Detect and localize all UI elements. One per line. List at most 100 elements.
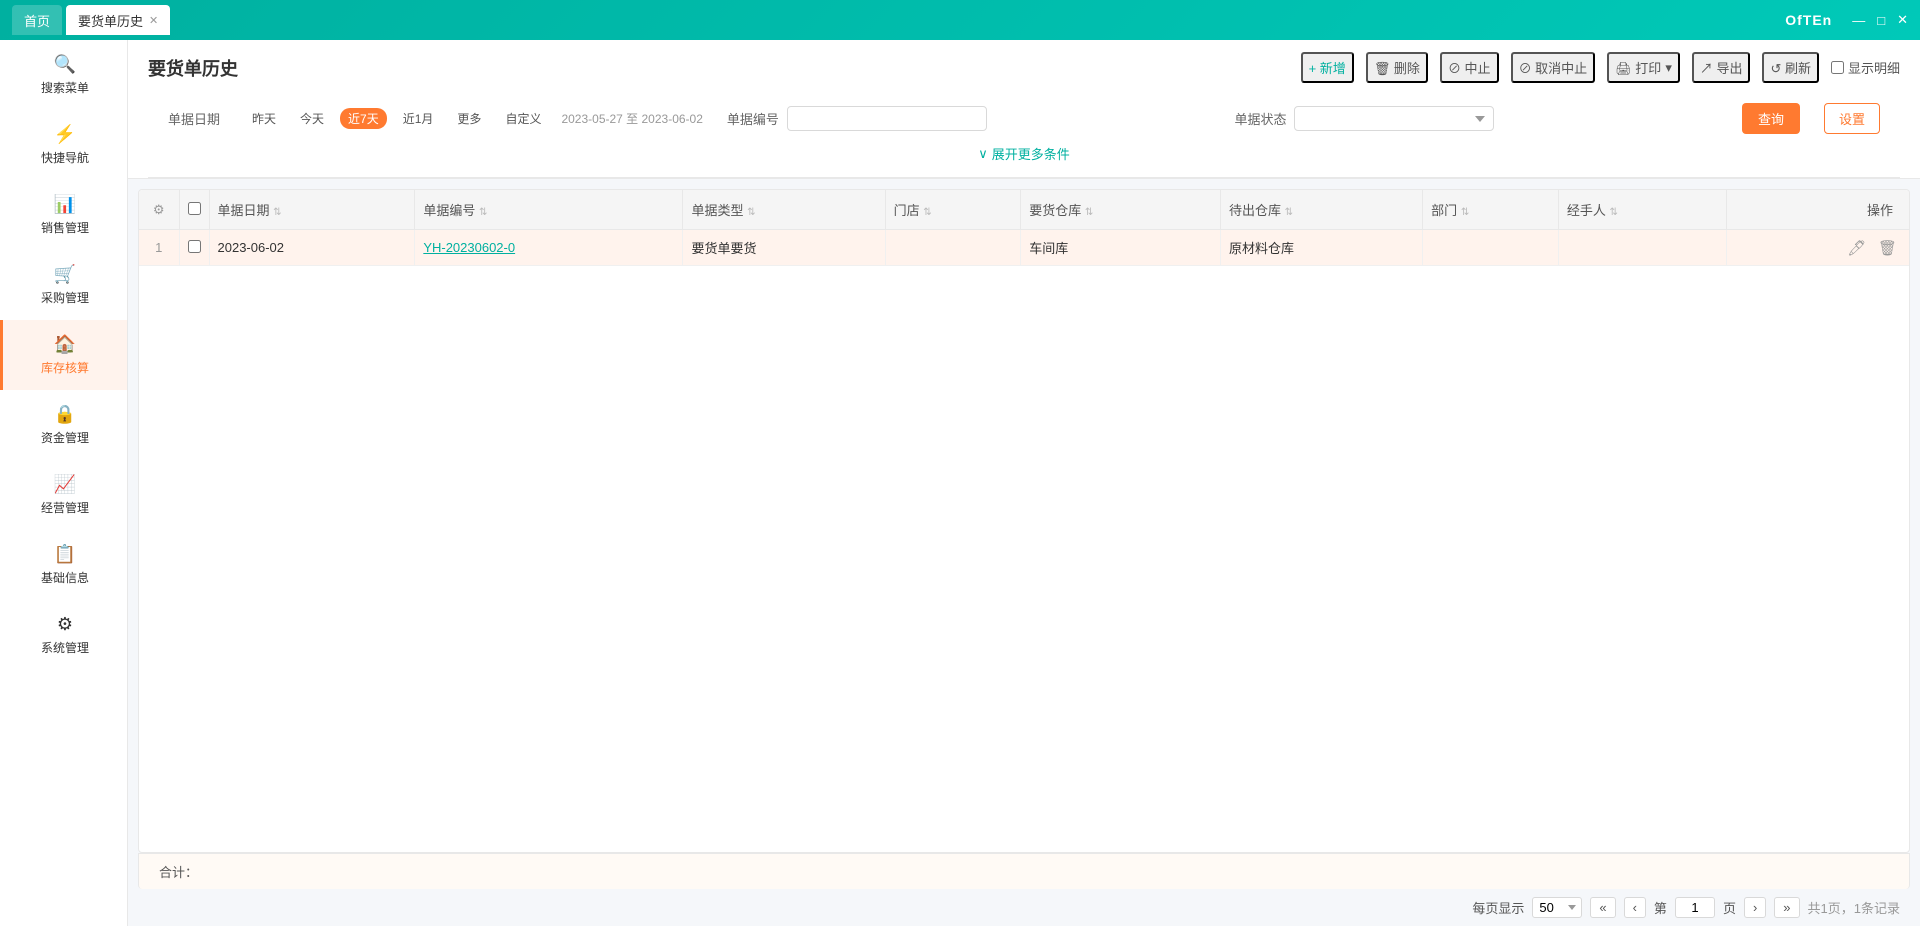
row-department <box>1423 230 1559 266</box>
row-doc-no: YH-20230602-0 <box>415 230 683 266</box>
col-doc-type[interactable]: 单据类型 ⇅ <box>683 190 885 230</box>
search-icon: 🔍 <box>54 54 76 75</box>
col-pending-warehouse[interactable]: 待出仓库 ⇅ <box>1221 190 1423 230</box>
pagination-bar: 每页显示 20 50 100 200 « ‹ 第 页 › » 共1页，1条记录 <box>128 889 1920 926</box>
table-row: 1 2023-06-02 YH-20230602-0 要货单要货 <box>139 230 1909 266</box>
status-filter-group: 单据状态 <box>1234 106 1718 131</box>
sidebar-item-quicknav[interactable]: ⚡ 快捷导航 <box>0 110 127 180</box>
query-button[interactable]: 查询 <box>1742 103 1800 134</box>
inventory-icon: 🏠 <box>54 334 76 355</box>
sidebar-item-search[interactable]: 🔍 搜索菜单 <box>0 40 127 110</box>
last-page-btn[interactable]: » <box>1774 897 1799 918</box>
col-settings[interactable]: ⚙ <box>139 190 179 230</box>
operations-icon: 📈 <box>54 474 76 495</box>
col-doc-no[interactable]: 单据编号 ⇅ <box>415 190 683 230</box>
date-more[interactable]: 更多 <box>449 108 489 129</box>
row-store <box>885 230 1021 266</box>
table-container: ⚙ 单据日期 ⇅ 单据编号 ⇅ 单据类型 <box>138 189 1910 853</box>
select-all-checkbox[interactable] <box>188 202 201 215</box>
table-header-row: ⚙ 单据日期 ⇅ 单据编号 ⇅ 单据类型 <box>139 190 1909 230</box>
row-checkbox[interactable] <box>188 240 201 253</box>
top-bar: 首页 要货单历史 ✕ OfTEn — □ ✕ <box>0 0 1920 40</box>
status-select[interactable] <box>1294 106 1494 131</box>
row-edit-icon[interactable]: 🖊 <box>1843 238 1870 259</box>
tab-home[interactable]: 首页 <box>12 5 62 35</box>
row-doc-no-link[interactable]: YH-20230602-0 <box>423 240 515 255</box>
prev-page-btn[interactable]: ‹ <box>1624 897 1646 918</box>
display-detail-checkbox[interactable] <box>1831 61 1844 74</box>
minimize-btn[interactable]: — <box>1852 13 1865 28</box>
sort-type-icon: ⇅ <box>747 207 755 218</box>
row-delete-icon[interactable]: 🗑 <box>1874 238 1901 259</box>
toolbar: + 新增 🗑 删除 ⊘ 中止 ⊘ 取消中止 🖨 打印 ▾ <box>1301 52 1900 83</box>
sales-icon: 📊 <box>54 194 76 215</box>
data-table: ⚙ 单据日期 ⇅ 单据编号 ⇅ 单据类型 <box>139 190 1909 266</box>
col-store[interactable]: 门店 ⇅ <box>885 190 1021 230</box>
date-1month[interactable]: 近1月 <box>395 108 442 129</box>
row-handler <box>1558 230 1726 266</box>
window-controls: OfTEn — □ ✕ <box>1785 12 1908 28</box>
tab-close-icon[interactable]: ✕ <box>149 14 158 27</box>
sidebar-item-sales[interactable]: 📊 销售管理 <box>0 180 127 250</box>
row-pending-warehouse: 原材料仓库 <box>1221 230 1423 266</box>
date-yesterday[interactable]: 昨天 <box>244 108 284 129</box>
system-icon: ⚙ <box>57 614 73 635</box>
sort-dept-icon: ⇅ <box>1461 207 1469 218</box>
date-filter-label: 单据日期 <box>168 109 220 128</box>
filter-row-1: 单据日期 昨天 今天 近7天 近1月 更多 自定义 2023-05-27 至 2… <box>168 103 1880 134</box>
maximize-btn[interactable]: □ <box>1877 13 1885 28</box>
sort-handler-icon: ⇅ <box>1609 207 1617 218</box>
date-filter-options: 昨天 今天 近7天 近1月 更多 自定义 2023-05-27 至 2023-0… <box>244 108 703 129</box>
sidebar-item-system[interactable]: ⚙ 系统管理 <box>0 600 127 670</box>
doc-no-label: 单据编号 <box>727 109 779 128</box>
date-range-text: 2023-05-27 至 2023-06-02 <box>561 110 702 127</box>
page-size-select[interactable]: 20 50 100 200 <box>1532 897 1582 918</box>
doc-no-filter-group: 单据编号 <box>727 106 1211 131</box>
export-button[interactable]: ↗ 导出 <box>1692 52 1751 83</box>
cancel-stop-button[interactable]: ⊘ 取消中止 <box>1511 52 1596 83</box>
sidebar-item-finance[interactable]: 🔒 资金管理 <box>0 390 127 460</box>
col-ops: 操作 <box>1726 190 1909 230</box>
sort-date-icon: ⇅ <box>273 207 281 218</box>
row-date: 2023-06-02 <box>209 230 415 266</box>
stop-button[interactable]: ⊘ 中止 <box>1440 52 1499 83</box>
first-page-btn[interactable]: « <box>1590 897 1615 918</box>
display-detail-label: 显示明细 <box>1831 58 1900 77</box>
new-button[interactable]: + 新增 <box>1301 52 1354 83</box>
col-department[interactable]: 部门 ⇅ <box>1423 190 1559 230</box>
sidebar-item-inventory[interactable]: 🏠 库存核算 <box>0 320 127 390</box>
date-custom[interactable]: 自定义 <box>497 108 549 129</box>
sidebar-item-operations[interactable]: 📈 经营管理 <box>0 460 127 530</box>
col-req-warehouse[interactable]: 要货仓库 ⇅ <box>1021 190 1221 230</box>
next-page-btn[interactable]: › <box>1744 897 1766 918</box>
filter-bar: 单据日期 昨天 今天 近7天 近1月 更多 自定义 2023-05-27 至 2… <box>148 93 1900 178</box>
sort-pending-warehouse-icon: ⇅ <box>1285 207 1293 218</box>
content-area: 要货单历史 + 新增 🗑 删除 ⊘ 中止 ⊘ 取消中止 🖨 <box>128 40 1920 926</box>
close-btn[interactable]: ✕ <box>1897 12 1908 28</box>
status-label: 单据状态 <box>1234 109 1286 128</box>
doc-no-input[interactable] <box>787 106 987 131</box>
sidebar-item-purchase[interactable]: 🛒 采购管理 <box>0 250 127 320</box>
page-title: 要货单历史 <box>148 55 238 81</box>
row-checkbox-cell <box>179 230 209 266</box>
delete-button[interactable]: 🗑 删除 <box>1366 52 1428 83</box>
quicknav-icon: ⚡ <box>54 124 76 145</box>
sidebar: 🔍 搜索菜单 ⚡ 快捷导航 📊 销售管理 🛒 采购管理 🏠 库存核算 🔒 资金管… <box>0 40 128 926</box>
main-layout: 🔍 搜索菜单 ⚡ 快捷导航 📊 销售管理 🛒 采购管理 🏠 库存核算 🔒 资金管… <box>0 40 1920 926</box>
col-date[interactable]: 单据日期 ⇅ <box>209 190 415 230</box>
page-header: 要货单历史 + 新增 🗑 删除 ⊘ 中止 ⊘ 取消中止 🖨 <box>128 40 1920 179</box>
tab-active[interactable]: 要货单历史 ✕ <box>66 5 170 35</box>
finance-icon: 🔒 <box>54 404 76 425</box>
refresh-button[interactable]: ↺ 刷新 <box>1762 52 1819 83</box>
settings-button[interactable]: 设置 <box>1824 103 1880 134</box>
sidebar-item-basic-info[interactable]: 📋 基础信息 <box>0 530 127 600</box>
basic-info-icon: 📋 <box>54 544 76 565</box>
col-checkbox <box>179 190 209 230</box>
page-input[interactable] <box>1675 897 1715 918</box>
date-7days[interactable]: 近7天 <box>340 108 387 129</box>
date-today[interactable]: 今天 <box>292 108 332 129</box>
expand-more-btn[interactable]: ∨ 展开更多条件 <box>168 140 1880 167</box>
purchase-icon: 🛒 <box>54 264 76 285</box>
col-handler[interactable]: 经手人 ⇅ <box>1558 190 1726 230</box>
print-button[interactable]: 🖨 打印 ▾ <box>1607 52 1680 83</box>
